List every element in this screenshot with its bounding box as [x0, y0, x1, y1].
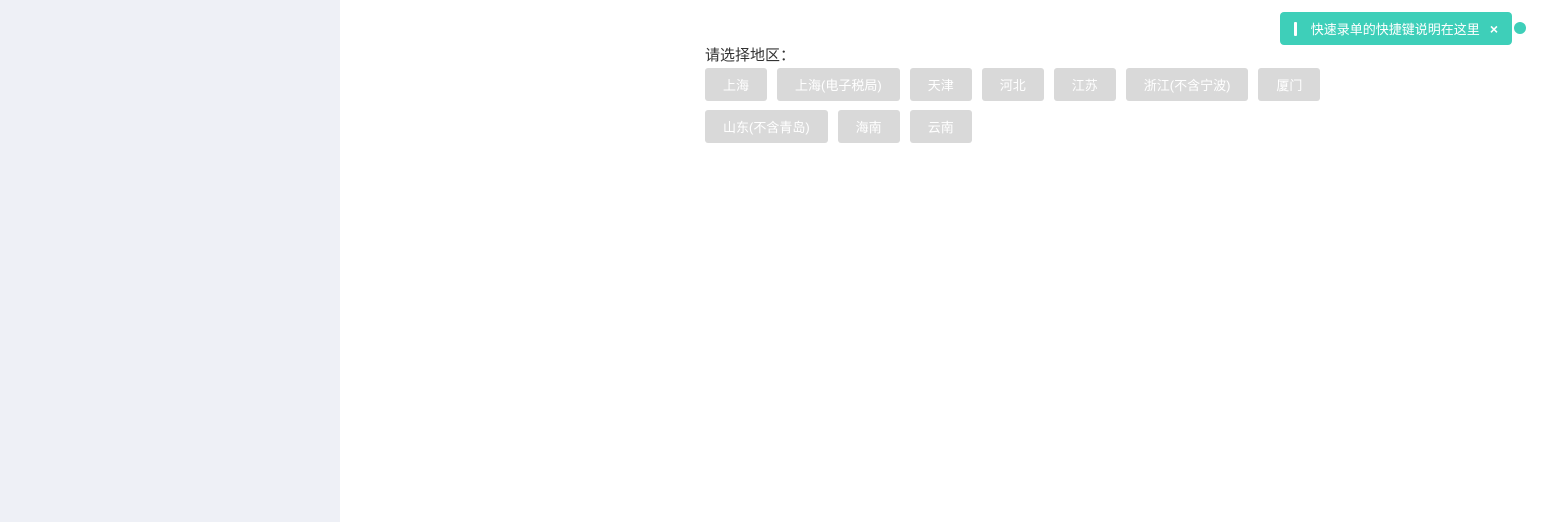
- region-btn-row1-1[interactable]: 上海(电子税局): [777, 68, 900, 101]
- left-panel: [0, 0, 340, 522]
- region-btn-row1-5[interactable]: 浙江(不含宁波): [1126, 68, 1249, 101]
- region-btn-row1-4[interactable]: 江苏: [1054, 68, 1116, 101]
- region-buttons-row1: 上海上海(电子税局) 天津河北江苏浙江(不含宁波) 厦门: [705, 68, 1320, 101]
- tooltip-close-button[interactable]: ×: [1490, 21, 1498, 37]
- region-btn-row2-1[interactable]: 海南: [838, 110, 900, 143]
- region-btn-row1-3[interactable]: 河北: [982, 68, 1044, 101]
- page-label: 请选择地区：: [705, 44, 795, 65]
- region-btn-row2-2[interactable]: 云南: [910, 110, 972, 143]
- region-btn-row2-0[interactable]: 山东(不含青岛): [705, 110, 828, 143]
- tooltip-bar-icon: [1294, 22, 1297, 36]
- region-btn-row1-0[interactable]: 上海: [705, 68, 767, 101]
- region-btn-row1-2[interactable]: 天津: [910, 68, 972, 101]
- tooltip-text: 快速录单的快捷键说明在这里: [1311, 19, 1480, 38]
- main-content: 请选择地区： 上海上海(电子税局) 天津河北江苏浙江(不含宁波) 厦门 山东(不含青…: [340, 0, 1562, 522]
- tooltip-dot: [1514, 22, 1526, 34]
- region-btn-row1-6[interactable]: 厦门: [1258, 68, 1320, 101]
- tooltip-banner: 快速录单的快捷键说明在这里 ×: [1280, 12, 1512, 45]
- region-buttons-row2: 山东(不含青岛) 海南云南: [705, 110, 972, 143]
